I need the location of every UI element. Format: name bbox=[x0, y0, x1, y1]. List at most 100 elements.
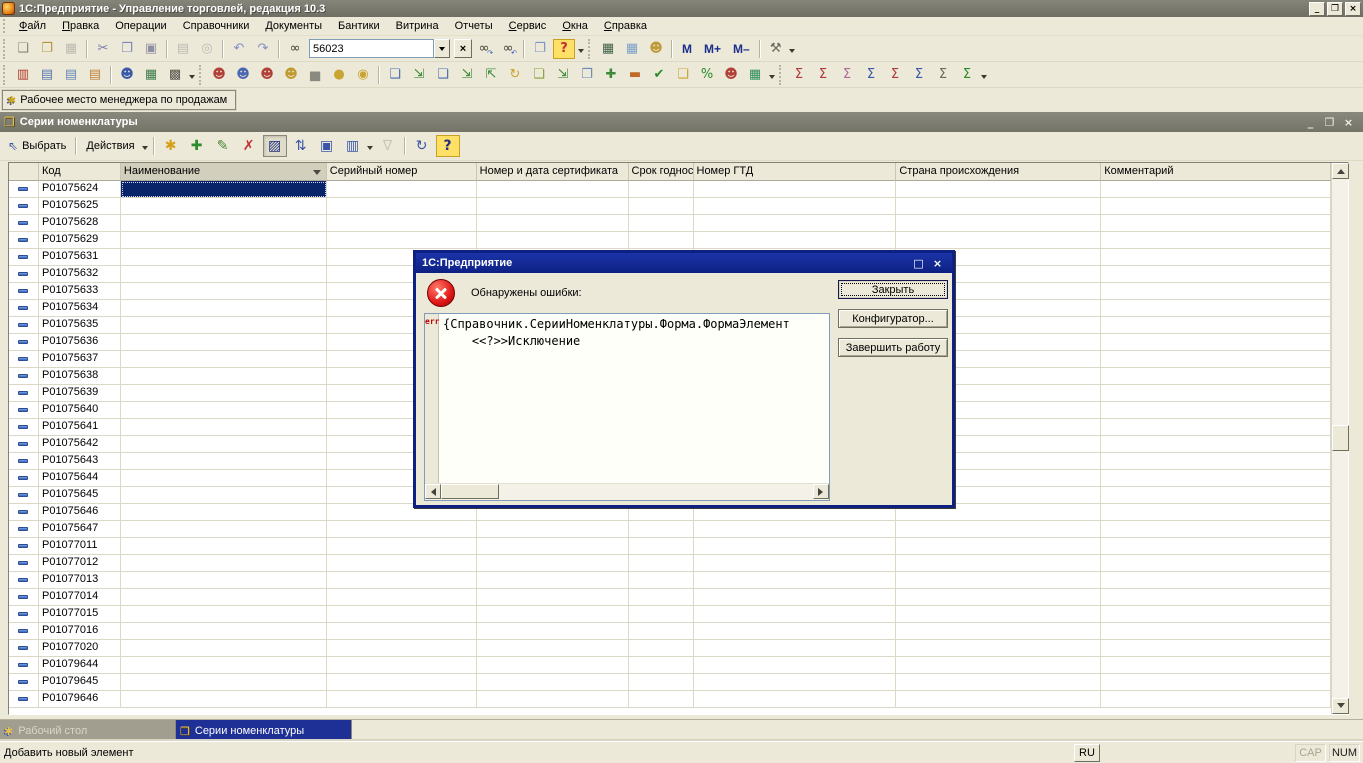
column-header-4[interactable]: Номер и дата сертификата bbox=[476, 163, 629, 181]
cell-col8[interactable] bbox=[1101, 232, 1331, 249]
cell-col4[interactable] bbox=[476, 521, 629, 538]
coins-icon[interactable]: ◉ bbox=[352, 65, 374, 85]
report-check-icon-dropdown-icon[interactable] bbox=[979, 65, 988, 85]
cell-col8[interactable] bbox=[1101, 674, 1331, 691]
cell-col6[interactable] bbox=[693, 691, 897, 708]
find-icon[interactable]: ∞ bbox=[284, 39, 306, 59]
cell-col6[interactable] bbox=[693, 657, 897, 674]
cell-col6[interactable] bbox=[693, 232, 897, 249]
vertical-scroll-thumb[interactable] bbox=[1332, 425, 1349, 451]
scroll-up-button[interactable] bbox=[1332, 163, 1349, 179]
cell-code[interactable]: P01075632 bbox=[38, 266, 121, 283]
report-purchases-icon[interactable]: Σ bbox=[812, 65, 834, 85]
cell-code[interactable]: P01079644 bbox=[38, 657, 121, 674]
cell-col5[interactable] bbox=[628, 521, 694, 538]
cell-col8[interactable] bbox=[1101, 572, 1331, 589]
menu-file[interactable]: Файл bbox=[11, 18, 54, 34]
cell-col2[interactable] bbox=[120, 181, 327, 198]
cell-col3[interactable] bbox=[326, 215, 477, 232]
language-indicator[interactable]: RU bbox=[1074, 743, 1100, 762]
outgoing-doc-icon[interactable]: ❏ bbox=[432, 65, 454, 85]
cell-col8[interactable] bbox=[1101, 368, 1331, 385]
cell-col8[interactable] bbox=[1101, 623, 1331, 640]
toolbar-grip[interactable] bbox=[3, 64, 8, 85]
toolbar-grip[interactable] bbox=[588, 38, 593, 59]
discount-doc-icon[interactable]: % bbox=[696, 65, 718, 85]
incoming-doc-icon[interactable]: ❏ bbox=[384, 65, 406, 85]
cell-col4[interactable] bbox=[476, 640, 629, 657]
table-row[interactable]: P01075629 bbox=[9, 232, 1331, 249]
cell-col5[interactable] bbox=[628, 215, 694, 232]
cell-col5[interactable] bbox=[628, 181, 694, 198]
cell-code[interactable]: P01077013 bbox=[38, 572, 121, 589]
cell-col2[interactable] bbox=[120, 691, 327, 708]
cell-col7[interactable] bbox=[896, 572, 1102, 589]
cell-col6[interactable] bbox=[693, 181, 897, 198]
m-plus-button[interactable]: M+ bbox=[698, 40, 727, 58]
cell-col4[interactable] bbox=[476, 215, 629, 232]
money-cycle-icon[interactable]: ↻ bbox=[504, 65, 526, 85]
undo-icon[interactable]: ↶ bbox=[228, 39, 250, 59]
cell-col2[interactable] bbox=[120, 640, 327, 657]
sort-icon[interactable]: ⇅ bbox=[289, 135, 313, 157]
scroll-left-button[interactable] bbox=[425, 484, 441, 499]
cell-col5[interactable] bbox=[628, 572, 694, 589]
configurator-button[interactable]: Конфигуратор... bbox=[838, 309, 948, 328]
cell-col7[interactable] bbox=[896, 640, 1102, 657]
cell-code[interactable]: P01075625 bbox=[38, 198, 121, 215]
customer-payment-icon[interactable]: ☻ bbox=[280, 65, 302, 85]
cell-code[interactable]: P01075628 bbox=[38, 215, 121, 232]
cell-col3[interactable] bbox=[326, 555, 477, 572]
cell-col2[interactable] bbox=[120, 215, 327, 232]
cell-col4[interactable] bbox=[476, 232, 629, 249]
cell-col8[interactable] bbox=[1101, 351, 1331, 368]
workspace-tab-button[interactable]: ✱ Рабочее место менеджера по продажам bbox=[0, 89, 238, 111]
cell-code[interactable]: P01077015 bbox=[38, 606, 121, 623]
cash-receipt-icon[interactable]: ❏ bbox=[528, 65, 550, 85]
cell-col6[interactable] bbox=[693, 538, 897, 555]
cell-col8[interactable] bbox=[1101, 538, 1331, 555]
column-header-8[interactable]: Комментарий bbox=[1101, 163, 1331, 181]
cell-code[interactable]: P01075644 bbox=[38, 470, 121, 487]
customer-icon[interactable]: ☻ bbox=[208, 65, 230, 85]
add-group-icon[interactable]: ✚ bbox=[185, 135, 209, 157]
cell-col2[interactable] bbox=[120, 487, 327, 504]
cell-col8[interactable] bbox=[1101, 606, 1331, 623]
shipment-goods-icon[interactable]: ⇲ bbox=[456, 65, 478, 85]
cell-code[interactable]: P01079645 bbox=[38, 674, 121, 691]
return-goods-icon[interactable]: ⇱ bbox=[480, 65, 502, 85]
menu-vitrina[interactable]: Витрина bbox=[388, 18, 447, 34]
service-settings-icon[interactable]: ⚒ bbox=[765, 39, 787, 59]
column-header-5[interactable]: Срок годнос... bbox=[628, 163, 694, 181]
cell-col2[interactable] bbox=[120, 521, 327, 538]
cell-code[interactable]: P01079646 bbox=[38, 691, 121, 708]
cell-code[interactable]: P01075637 bbox=[38, 351, 121, 368]
cell-col8[interactable] bbox=[1101, 402, 1331, 419]
cell-col2[interactable] bbox=[120, 538, 327, 555]
cell-col6[interactable] bbox=[693, 606, 897, 623]
print-invoice-icon[interactable]: ▤ bbox=[36, 65, 58, 85]
cell-col5[interactable] bbox=[628, 198, 694, 215]
cell-col2[interactable] bbox=[120, 555, 327, 572]
cell-col4[interactable] bbox=[476, 538, 629, 555]
cell-code[interactable]: P01075640 bbox=[38, 402, 121, 419]
horizontal-scrollbar[interactable] bbox=[425, 483, 829, 500]
list-settings-icon[interactable]: ▥ bbox=[341, 135, 365, 157]
cell-col8[interactable] bbox=[1101, 198, 1331, 215]
cell-col8[interactable] bbox=[1101, 453, 1331, 470]
cell-col2[interactable] bbox=[120, 657, 327, 674]
calendar-icon[interactable]: ▦ bbox=[621, 39, 643, 59]
cell-code[interactable]: P01077016 bbox=[38, 623, 121, 640]
cell-col3[interactable] bbox=[326, 589, 477, 606]
cell-col7[interactable] bbox=[896, 181, 1102, 198]
cell-col5[interactable] bbox=[628, 538, 694, 555]
cell-code[interactable]: P01075633 bbox=[38, 283, 121, 300]
report-orders-icon[interactable]: Σ bbox=[884, 65, 906, 85]
cell-code[interactable]: P01075624 bbox=[38, 181, 121, 198]
manager-doc-icon[interactable]: ☻ bbox=[720, 65, 742, 85]
cell-col8[interactable] bbox=[1101, 334, 1331, 351]
receipt-goods-icon[interactable]: ⇲ bbox=[408, 65, 430, 85]
cell-col6[interactable] bbox=[693, 555, 897, 572]
cell-col2[interactable] bbox=[120, 368, 327, 385]
cell-col7[interactable] bbox=[896, 674, 1102, 691]
